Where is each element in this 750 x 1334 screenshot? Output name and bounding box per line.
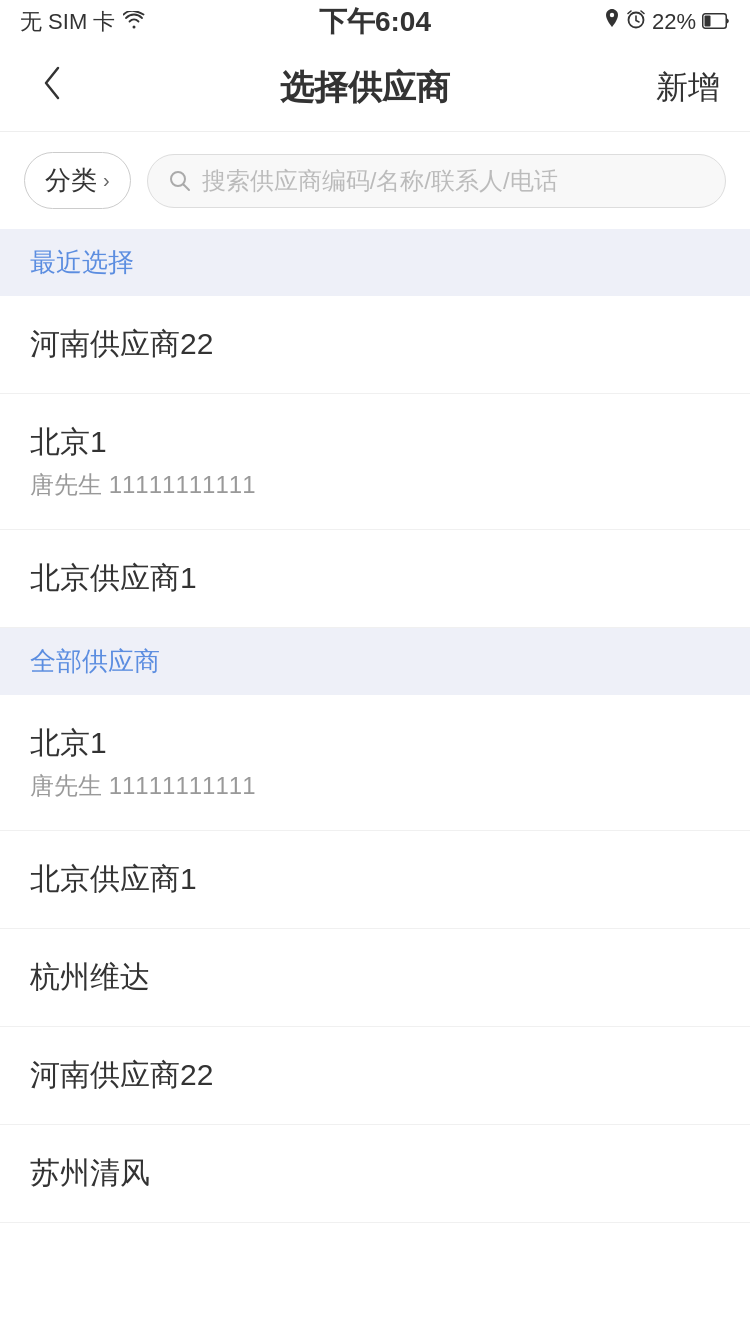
supplier-contact: 唐先生 11111111111 — [30, 770, 720, 802]
search-icon — [168, 169, 192, 193]
supplier-name: 河南供应商22 — [30, 324, 720, 365]
nav-bar: 选择供应商 新增 — [0, 44, 750, 132]
status-left: 无 SIM 卡 — [20, 7, 145, 37]
category-label: 分类 — [45, 163, 97, 198]
search-placeholder: 搜索供应商编码/名称/联系人/电话 — [202, 165, 558, 197]
svg-rect-3 — [705, 16, 711, 27]
search-bar[interactable]: 搜索供应商编码/名称/联系人/电话 — [147, 154, 726, 208]
all-list: 北京1 唐先生 11111111111 北京供应商1 杭州维达河南供应商22 苏州清风 — [0, 695, 750, 1223]
supplier-name: 河南供应商22 — [30, 1055, 720, 1096]
supplier-name: 苏州清风 — [30, 1153, 720, 1194]
supplier-name: 北京供应商1 — [30, 558, 720, 599]
list-item[interactable]: 苏州清风 — [0, 1125, 750, 1223]
supplier-contact: 唐先生 11111111111 — [30, 469, 720, 501]
list-item[interactable]: 河南供应商22 — [0, 296, 750, 394]
page-title: 选择供应商 — [280, 65, 450, 111]
status-bar: 无 SIM 卡 下午6:04 22% — [0, 0, 750, 44]
all-section-label: 全部供应商 — [30, 646, 160, 676]
wifi-icon — [123, 9, 145, 35]
category-button[interactable]: 分类 › — [24, 152, 131, 209]
status-time: 下午6:04 — [319, 3, 431, 41]
carrier-text: 无 SIM 卡 — [20, 7, 115, 37]
recent-section-label: 最近选择 — [30, 247, 134, 277]
list-item[interactable]: 北京供应商1 — [0, 831, 750, 929]
supplier-name: 杭州维达 — [30, 957, 720, 998]
chevron-right-icon: › — [103, 169, 110, 192]
supplier-name: 北京1 — [30, 422, 720, 463]
list-item[interactable]: 北京1 唐先生 11111111111 — [0, 394, 750, 530]
back-button[interactable] — [30, 54, 74, 121]
recent-section-header: 最近选择 — [0, 229, 750, 296]
battery-icon — [702, 9, 730, 35]
location-icon — [604, 9, 620, 35]
supplier-name: 北京1 — [30, 723, 720, 764]
filter-bar: 分类 › 搜索供应商编码/名称/联系人/电话 — [0, 132, 750, 229]
status-right: 22% — [604, 9, 730, 35]
list-item[interactable]: 北京1 唐先生 11111111111 — [0, 695, 750, 831]
recent-list: 河南供应商22 北京1 唐先生 11111111111 北京供应商1 — [0, 296, 750, 628]
supplier-name: 北京供应商1 — [30, 859, 720, 900]
alarm-icon — [626, 9, 646, 35]
list-item[interactable]: 北京供应商1 — [0, 530, 750, 628]
svg-point-0 — [610, 13, 614, 17]
all-section-header: 全部供应商 — [0, 628, 750, 695]
battery-text: 22% — [652, 9, 696, 35]
list-item[interactable]: 河南供应商22 — [0, 1027, 750, 1125]
add-button[interactable]: 新增 — [656, 66, 720, 110]
list-item[interactable]: 杭州维达 — [0, 929, 750, 1027]
